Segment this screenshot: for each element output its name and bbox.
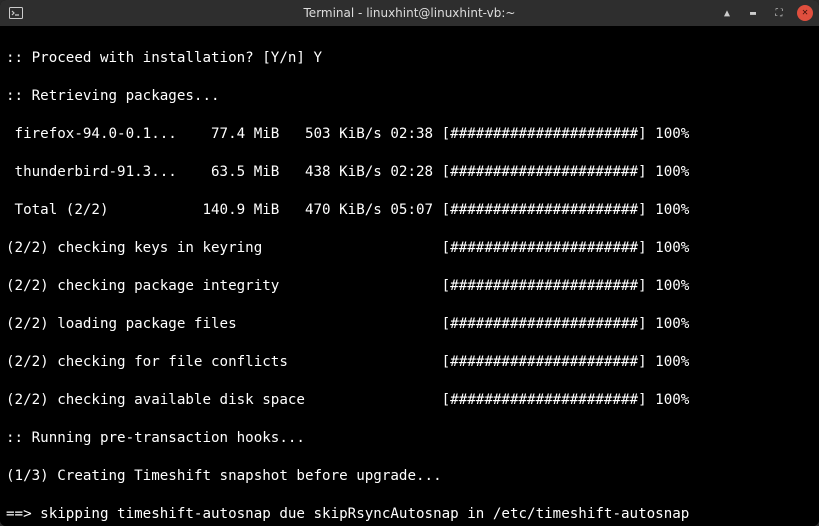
maximize-icon[interactable]: ⛶ [771,5,787,21]
output-line: (2/2) checking available disk space [###… [6,391,813,410]
terminal-output[interactable]: :: Proceed with installation? [Y/n] Y ::… [0,26,819,526]
output-line: :: Running pre-transaction hooks... [6,429,813,448]
terminal-icon [8,5,24,21]
minimize-icon[interactable]: ▬ [745,5,761,21]
terminal-window: Terminal - linuxhint@linuxhint-vb:~ ▲ ▬ … [0,0,819,526]
output-line: (2/2) checking package integrity [######… [6,277,813,296]
titlebar[interactable]: Terminal - linuxhint@linuxhint-vb:~ ▲ ▬ … [0,0,819,26]
keep-on-top-icon[interactable]: ▲ [719,5,735,21]
output-line: (2/2) loading package files [###########… [6,315,813,334]
window-controls: ▲ ▬ ⛶ ✕ [719,5,813,21]
output-line: :: Retrieving packages... [6,87,813,106]
output-line: (1/3) Creating Timeshift snapshot before… [6,467,813,486]
output-line: (2/2) checking keys in keyring [########… [6,239,813,258]
output-line: (2/2) checking for file conflicts [#####… [6,353,813,372]
window-title: Terminal - linuxhint@linuxhint-vb:~ [304,6,516,20]
output-line: Total (2/2) 140.9 MiB 470 KiB/s 05:07 [#… [6,201,813,220]
output-line: firefox-94.0-0.1... 77.4 MiB 503 KiB/s 0… [6,125,813,144]
output-line: thunderbird-91.3... 63.5 MiB 438 KiB/s 0… [6,163,813,182]
close-icon[interactable]: ✕ [797,5,813,21]
output-line: :: Proceed with installation? [Y/n] Y [6,49,813,68]
output-line: ==> skipping timeshift-autosnap due skip… [6,505,813,524]
